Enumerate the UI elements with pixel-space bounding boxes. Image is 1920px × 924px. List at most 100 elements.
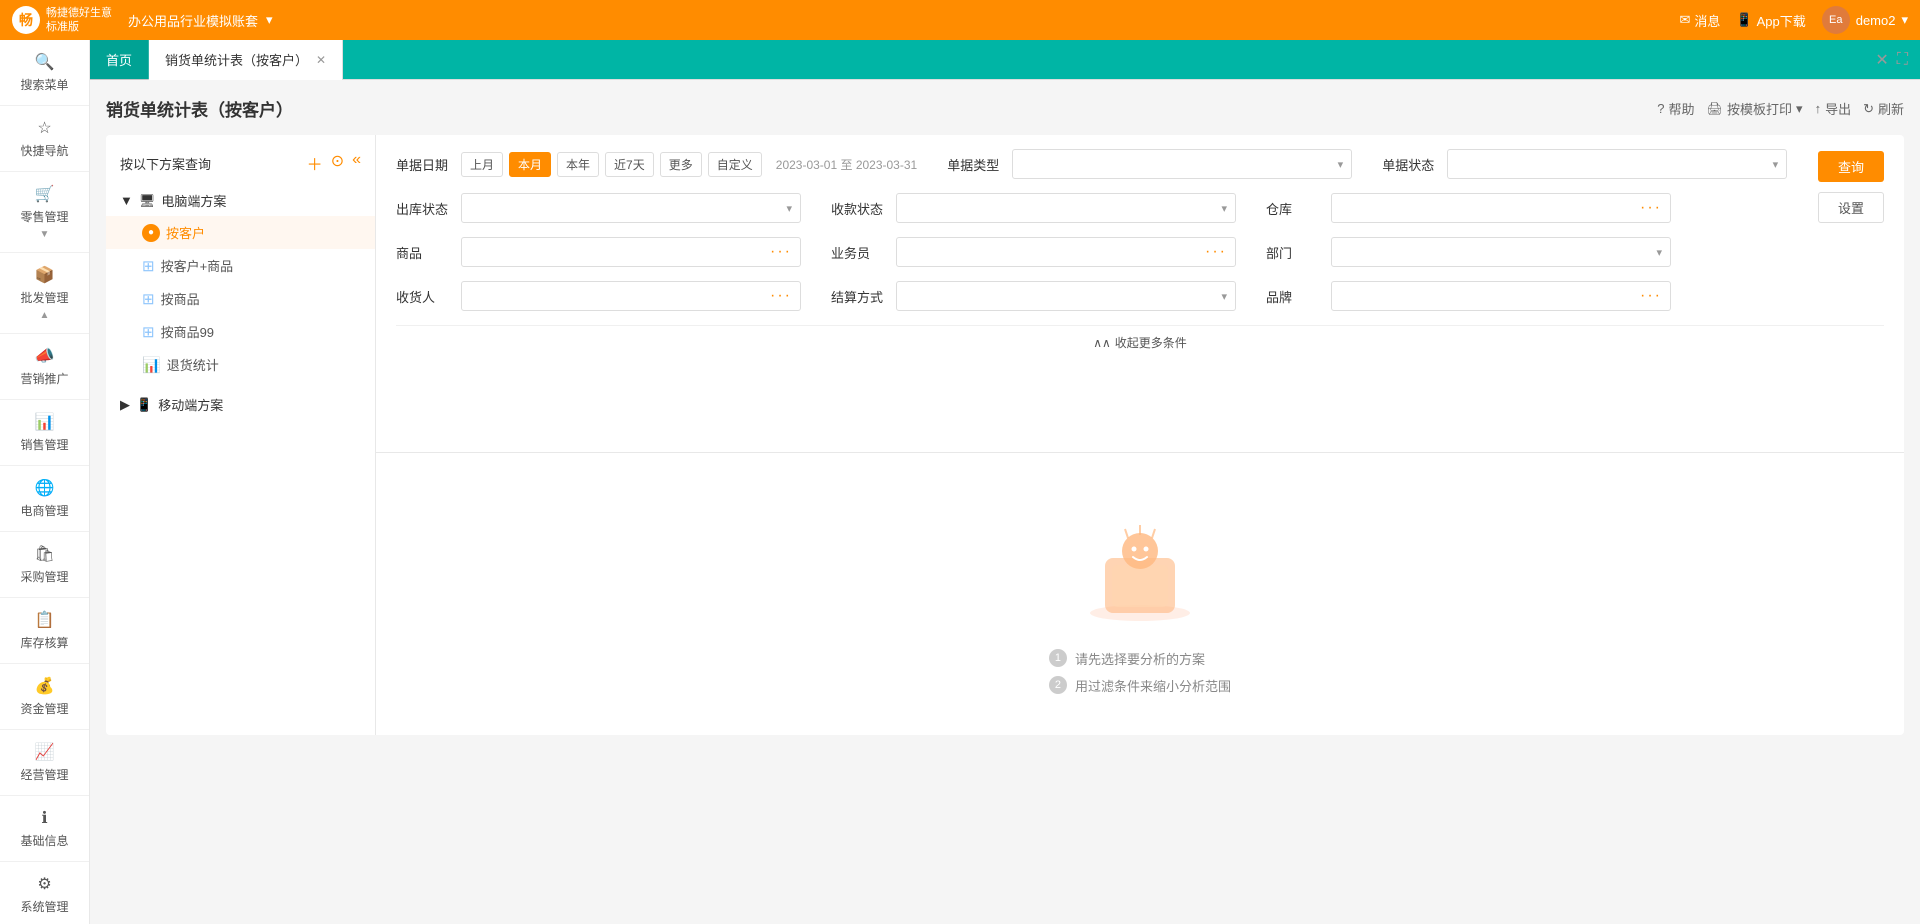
salesperson-label: 业务员 [831,243,886,262]
user-avatar: Ea [1822,6,1850,34]
help-btn[interactable]: ? 帮助 [1657,99,1694,118]
desktop-group-icon: 🖥 [139,193,156,209]
sidebar-item-search[interactable]: 🔍 搜索菜单 [0,40,89,106]
tab-close-icon[interactable]: ✕ [316,53,326,67]
date-btn-custom[interactable]: 自定义 [708,152,762,177]
brand-select[interactable]: ··· [1331,281,1671,311]
sales-icon: 📊 [35,412,55,432]
help-icon: ? [1657,101,1664,116]
industry-label: 办公用品行业模拟账套 [128,11,258,30]
sidebar-item-system[interactable]: ⚙ 系统管理 [0,862,89,924]
filter-fields: 单据日期 上月 本月 本年 近7天 更多 自定义 [396,149,1808,325]
settings-button[interactable]: 设置 [1818,192,1884,223]
tab-window-controls: ✕ ⛶ [1875,50,1920,70]
marketing-icon: 📣 [35,346,55,366]
action-buttons: 查询 设置 [1818,149,1884,325]
payment-status-select[interactable]: ▾ [896,193,1236,223]
date-btn-last7[interactable]: 近7天 [605,152,654,177]
purchase-icon: 🛍 [34,544,54,564]
export-btn[interactable]: ↑ 导出 [1815,99,1852,118]
template-print-btn[interactable]: 🖨 按模板打印 ▾ [1707,99,1803,118]
message-btn[interactable]: ✉ 消息 [1679,11,1720,30]
industry-dropdown-icon[interactable]: ▾ [266,12,273,28]
scheme-item-by-customer[interactable]: ● 按客户 [106,216,375,249]
empty-illustration [1070,513,1210,633]
maximize-window-btn[interactable]: ⛶ [1897,51,1908,69]
settlement-select[interactable]: ▾ [896,281,1236,311]
collapse-bar[interactable]: ∧∧ 收起更多条件 [396,325,1884,359]
scheme-collapse-btn[interactable]: « [352,151,361,175]
ship-status-dropdown-icon: ▾ [786,202,792,215]
date-btn-more[interactable]: 更多 [660,152,702,177]
doc-status-label: 单据状态 [1382,155,1437,174]
scheme-item-return-stat[interactable]: 📊 退货统计 [106,348,375,381]
sidebar-item-ecommerce[interactable]: 🌐 电商管理 [0,466,89,532]
scheme-group-mobile-title[interactable]: ▶ 📱 移动端方案 [106,389,375,420]
tab-sales-stat[interactable]: 销货单统计表（按客户） ✕ [149,40,343,80]
scheme-panel-header: 按以下方案查询 ＋ ⊙ « [106,145,375,181]
quick-nav-icon: ☆ [37,118,51,138]
sidebar-item-marketing[interactable]: 📣 营销推广 [0,334,89,400]
ecommerce-icon: 🌐 [35,478,55,498]
main-panel: 按以下方案查询 ＋ ⊙ « ▼ 🖥 [106,135,1904,735]
top-bar: 畅 畅捷德好生意 标准版 办公用品行业模拟账套 ▾ ✉ 消息 📱 App下载 E… [0,0,1920,40]
date-label: 单据日期 [396,155,451,174]
scheme-item-by-goods-99[interactable]: ⊞ 按商品99 [106,315,375,348]
ship-status-select[interactable]: ▾ [461,193,801,223]
doc-type-select[interactable]: ▾ [1012,149,1352,179]
receiver-select[interactable]: ··· [461,281,801,311]
department-select[interactable]: ▾ [1331,237,1671,267]
scheme-settings-btn[interactable]: ⊙ [331,151,344,175]
goods-select[interactable]: ··· [461,237,801,267]
doc-status-select[interactable]: ▾ [1447,149,1787,179]
goods-label: 商品 [396,243,451,262]
sidebar-item-finance[interactable]: 💰 资金管理 [0,664,89,730]
scheme-item-by-customer-goods[interactable]: ⊞ 按客户+商品 [106,249,375,282]
brand-label: 品牌 [1266,287,1321,306]
page-title: 销货单统计表（按客户） [106,96,293,121]
department-dropdown-icon: ▾ [1656,246,1662,259]
query-button[interactable]: 查询 [1818,151,1884,182]
empty-text: 1 请先选择要分析的方案 2 用过滤条件来缩小分析范围 [1049,649,1231,695]
sidebar-item-retail[interactable]: 🛒 零售管理 ▼ [0,172,89,253]
filter-row-1: 单据日期 上月 本月 本年 近7天 更多 自定义 [396,149,1808,179]
date-btn-last-month[interactable]: 上月 [461,152,503,177]
payment-status-dropdown-icon: ▾ [1221,202,1227,215]
sidebar-item-inventory[interactable]: 📋 库存核算 [0,598,89,664]
print-icon: 🖨 [1707,101,1724,117]
scheme-group-mobile: ▶ 📱 移动端方案 [106,385,375,424]
warehouse-select[interactable]: ··· [1331,193,1671,223]
search-icon: 🔍 [35,52,55,72]
scheme-header-icons: ＋ ⊙ « [307,151,361,175]
filter-row-4: 收货人 ··· 结算方式 ▾ [396,281,1808,311]
sidebar-item-wholesale[interactable]: 📦 批发管理 ▲ [0,253,89,334]
salesperson-select[interactable]: ··· [896,237,1236,267]
sidebar-item-basic-info[interactable]: ℹ 基础信息 [0,796,89,862]
tab-home[interactable]: 首页 [90,40,149,80]
sidebar-item-quick-nav[interactable]: ☆ 快捷导航 [0,106,89,172]
by-customer-goods-icon: ⊞ [142,257,155,275]
close-window-btn[interactable]: ✕ [1875,50,1888,70]
user-area[interactable]: Ea demo2 ▾ [1822,6,1908,34]
page-header: 销货单统计表（按客户） ? 帮助 🖨 按模板打印 ▾ ↑ [106,96,1904,121]
by-goods-icon: ⊞ [142,290,155,308]
refresh-btn[interactable]: ↻ 刷新 [1863,99,1904,118]
sidebar-item-operations[interactable]: 📈 经营管理 [0,730,89,796]
basic-info-icon: ℹ [41,808,47,828]
empty-hint-2: 2 用过滤条件来缩小分析范围 [1049,676,1231,695]
date-btn-this-month[interactable]: 本月 [509,152,551,177]
scheme-group-desktop-title[interactable]: ▼ 🖥 电脑端方案 [106,185,375,216]
ship-status-label: 出库状态 [396,199,451,218]
export-icon: ↑ [1815,101,1822,116]
date-btn-this-year[interactable]: 本年 [557,152,599,177]
user-dropdown-icon: ▾ [1901,12,1908,28]
logo-text: 畅捷德好生意 标准版 [46,6,112,35]
scheme-item-by-goods[interactable]: ⊞ 按商品 [106,282,375,315]
mobile-arrow-icon: ▶ [120,397,130,413]
sidebar-item-sales[interactable]: 📊 销售管理 [0,400,89,466]
app-download-btn[interactable]: 📱 App下载 [1736,11,1805,30]
sidebar-item-purchase[interactable]: 🛍 采购管理 [0,532,89,598]
goods-dots-icon: ··· [770,243,792,261]
hint-2-num: 2 [1049,676,1067,694]
scheme-add-btn[interactable]: ＋ [307,151,323,175]
